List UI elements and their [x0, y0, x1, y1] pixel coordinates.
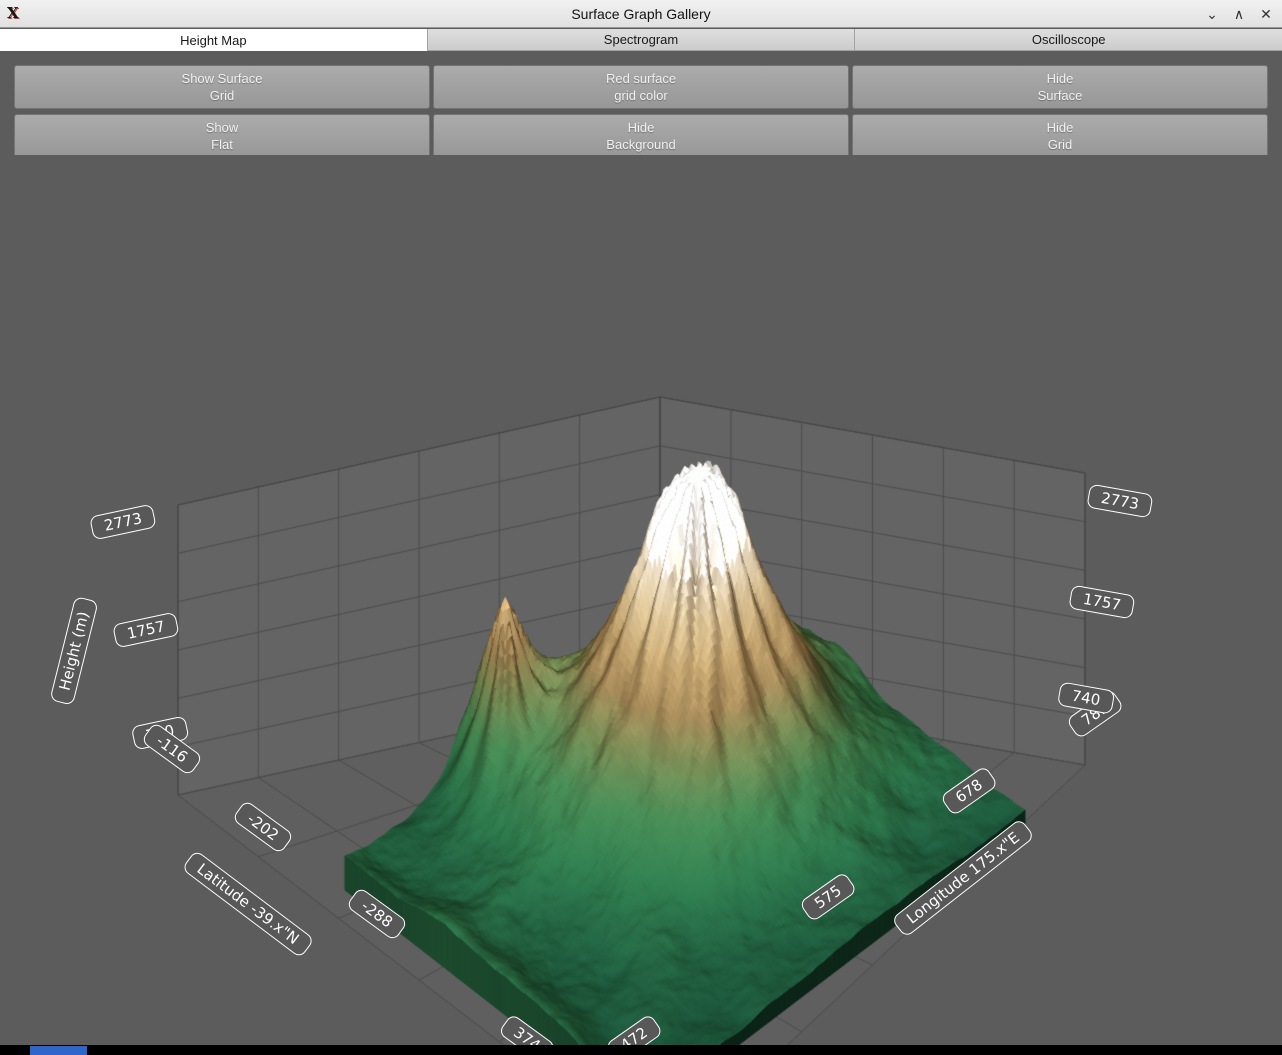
show-surface-grid-button[interactable]: Show Surface Grid	[14, 65, 430, 109]
window-controls: ⌄ ∧ ✕	[1204, 0, 1274, 28]
hide-background-button[interactable]: Hide Background	[433, 114, 849, 158]
maximize-window-icon[interactable]: ∧	[1231, 6, 1247, 22]
content-area: Show Surface Grid Red surface grid color…	[0, 51, 1282, 1045]
button-label: Hide	[628, 119, 655, 136]
hide-grid-button[interactable]: Hide Grid	[852, 114, 1268, 158]
tab-height-map[interactable]: Height Map	[0, 29, 428, 51]
toolbar: Show Surface Grid Red surface grid color…	[0, 51, 1282, 158]
shade-window-icon[interactable]: ⌄	[1204, 6, 1220, 22]
button-label: Hide	[1047, 119, 1074, 136]
tab-spectrogram[interactable]: Spectrogram	[428, 29, 856, 51]
button-label: Grid	[210, 87, 235, 104]
titlebar[interactable]: X Surface Graph Gallery ⌄ ∧ ✕	[0, 0, 1282, 28]
show-flat-button[interactable]: Show Flat	[14, 114, 430, 158]
hide-surface-button[interactable]: Hide Surface	[852, 65, 1268, 109]
tab-oscilloscope[interactable]: Oscilloscope	[855, 29, 1282, 51]
button-label: Surface	[1038, 87, 1083, 104]
taskbar-accent	[30, 1046, 87, 1055]
window-title: Surface Graph Gallery	[571, 6, 710, 22]
tabbar: Height Map Spectrogram Oscilloscope	[0, 29, 1282, 51]
button-label: Grid	[1048, 136, 1073, 153]
taskbar-strip	[0, 1045, 1282, 1055]
button-label: Background	[606, 136, 675, 153]
app-icon: X	[7, 5, 19, 21]
close-window-icon[interactable]: ✕	[1258, 6, 1274, 22]
button-label: Hide	[1047, 70, 1074, 87]
button-label: Red surface	[606, 70, 676, 87]
button-label: grid color	[614, 87, 667, 104]
button-label: Show	[206, 119, 239, 136]
button-label: Flat	[211, 136, 233, 153]
button-label: Show Surface	[182, 70, 263, 87]
surface-plot: 2773 1757 740 Height (m) -116 -202 -288 …	[0, 155, 1282, 1045]
red-surface-grid-color-button[interactable]: Red surface grid color	[433, 65, 849, 109]
